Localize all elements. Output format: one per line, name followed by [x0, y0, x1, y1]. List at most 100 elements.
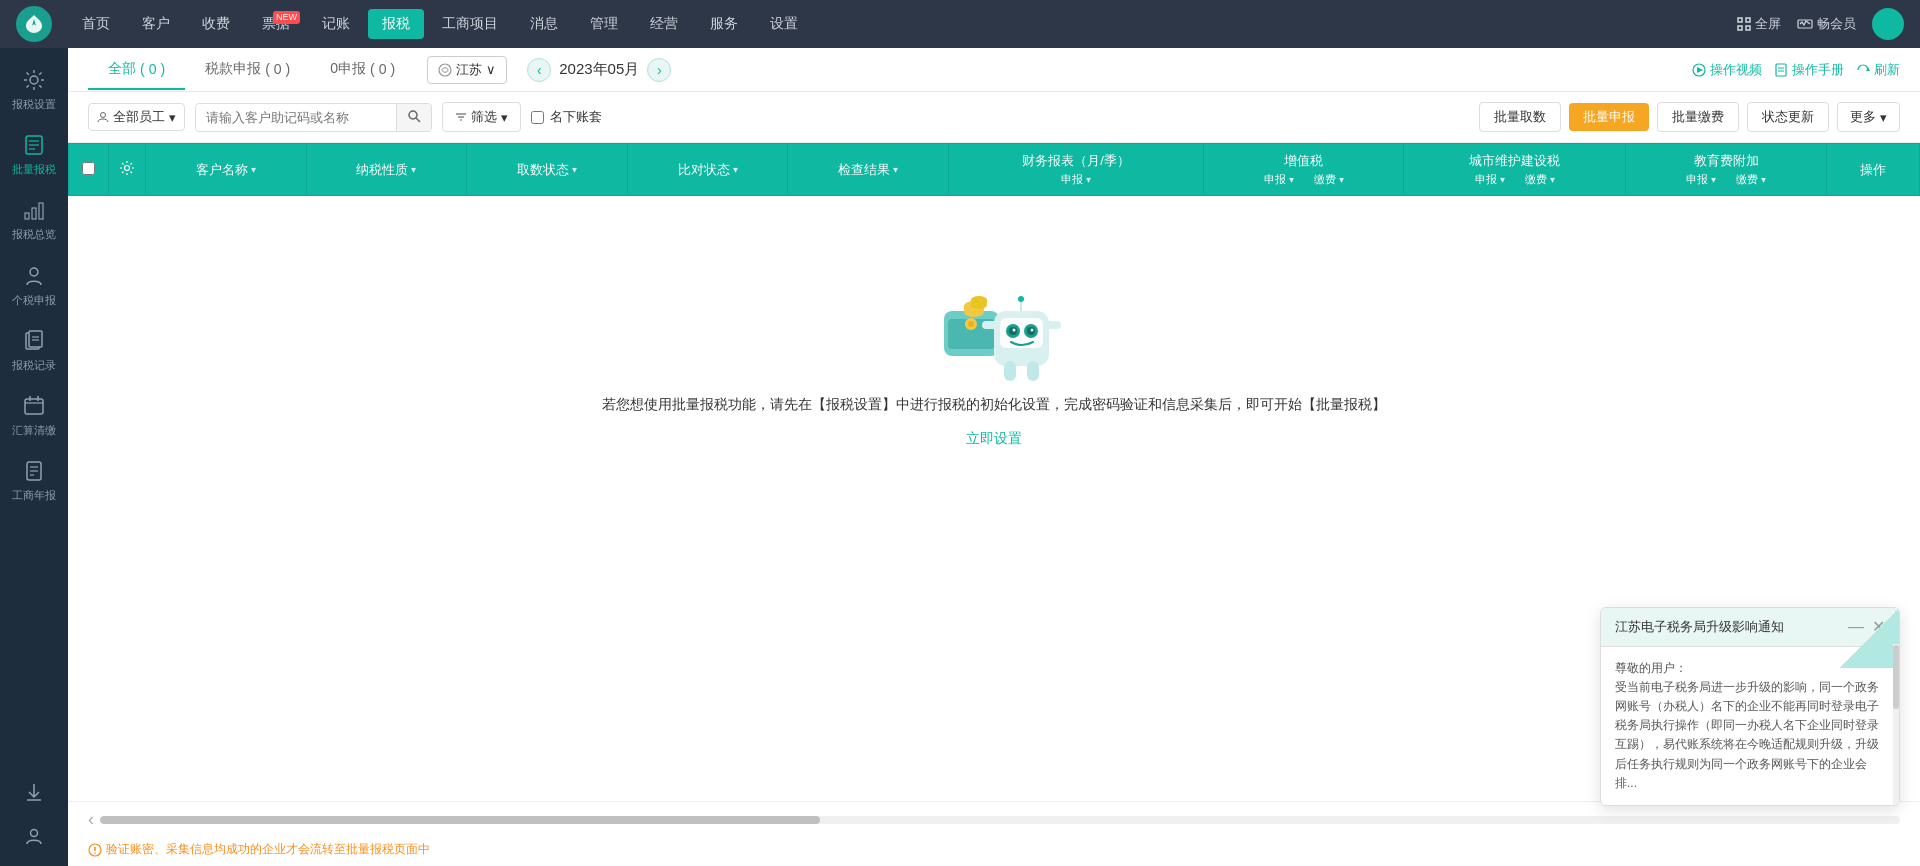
- horizontal-scrollbar[interactable]: [100, 816, 1900, 824]
- search-input[interactable]: [196, 105, 396, 130]
- notification-close-button[interactable]: ✕: [1872, 619, 1885, 635]
- fullscreen-button[interactable]: 全屏: [1737, 15, 1781, 33]
- nav-message[interactable]: 消息: [516, 9, 572, 39]
- th-fetch-status: 取数状态▾: [467, 144, 628, 196]
- vip-button[interactable]: 畅会员: [1797, 15, 1856, 33]
- next-month-button[interactable]: ›: [647, 58, 671, 82]
- sidebar-item-tax-settings[interactable]: 报税设置: [0, 56, 68, 121]
- svg-marker-34: [1866, 67, 1870, 71]
- sidebar-item-annual-report[interactable]: 工商年报: [0, 447, 68, 512]
- bottom-warning: 验证账密、采集信息均成功的企业才会流转至批量报税页面中: [68, 837, 1920, 866]
- tax-settings-icon: [20, 66, 48, 94]
- search-button[interactable]: [396, 104, 431, 131]
- nav-settings[interactable]: 设置: [756, 9, 812, 39]
- employee-filter-label: 全部员工: [113, 108, 165, 126]
- svg-point-58: [1013, 329, 1016, 332]
- month-display: 2023年05月: [559, 60, 639, 79]
- tab-zero-declare[interactable]: 0申报(0): [310, 50, 415, 90]
- svg-rect-31: [1776, 64, 1786, 76]
- nav-accounting[interactable]: 记账: [308, 9, 364, 39]
- month-selector: ‹ 2023年05月 ›: [527, 58, 671, 82]
- th-education-tax: 教育费附加 申报▾ 缴费▾: [1626, 144, 1826, 196]
- sidebar-item-tax-records[interactable]: 报税记录: [0, 317, 68, 382]
- nav-invoice[interactable]: 票据 NEW: [248, 9, 304, 39]
- nav-tax[interactable]: 报税: [368, 9, 424, 39]
- nav-home[interactable]: 首页: [68, 9, 124, 39]
- employee-filter[interactable]: 全部员工 ▾: [88, 103, 185, 131]
- svg-point-59: [1031, 329, 1034, 332]
- th-financial-report: 财务报表（月/季） 申报▾: [949, 144, 1204, 196]
- svg-rect-60: [982, 321, 998, 329]
- svg-rect-63: [1027, 361, 1039, 381]
- refresh-link[interactable]: 刷新: [1856, 61, 1900, 79]
- top-nav-right: 全屏 畅会员: [1737, 8, 1904, 40]
- svg-point-36: [409, 111, 417, 119]
- sidebar-item-batch-tax[interactable]: 批量报税: [0, 121, 68, 186]
- batch-pay-button[interactable]: 批量缴费: [1657, 102, 1739, 132]
- th-urban-tax: 城市维护建设税 申报▾ 缴费▾: [1404, 144, 1626, 196]
- user-avatar[interactable]: [1872, 8, 1904, 40]
- prev-month-button[interactable]: ‹: [527, 58, 551, 82]
- select-all-checkbox[interactable]: [82, 162, 95, 175]
- account-checkbox[interactable]: [531, 111, 544, 124]
- region-label: 江苏: [456, 61, 482, 79]
- batch-fetch-button[interactable]: 批量取数: [1479, 102, 1561, 132]
- top-navigation: 首页 客户 收费 票据 NEW 记账 报税 工商项目 消息 管理 经营 服务 设…: [0, 0, 1920, 48]
- svg-rect-18: [25, 399, 43, 414]
- tab-all[interactable]: 全部(0): [88, 50, 185, 90]
- nav-manage[interactable]: 管理: [576, 9, 632, 39]
- empty-main-text: 若您想使用批量报税功能，请先在【报税设置】中进行报税的初始化设置，完成密码验证和…: [602, 396, 1386, 414]
- svg-rect-11: [32, 208, 36, 219]
- notification-header: 江苏电子税务局升级影响通知 — ✕: [1601, 608, 1899, 647]
- svg-rect-2: [1738, 26, 1742, 30]
- th-compare-status: 比对状态▾: [627, 144, 788, 196]
- svg-point-13: [30, 268, 38, 276]
- search-box: [195, 103, 432, 132]
- filter-button[interactable]: 筛选 ▾: [442, 102, 521, 132]
- nav-billing[interactable]: 收费: [188, 9, 244, 39]
- sidebar-item-personal-tax[interactable]: 个税申报: [0, 252, 68, 317]
- notification-panel: 江苏电子税务局升级影响通知 — ✕ 尊敬的用户： 受当前电子税务局进一步升级的影…: [1600, 607, 1900, 806]
- setup-link[interactable]: 立即设置: [966, 430, 1022, 448]
- annual-settlement-icon: [20, 392, 48, 420]
- warning-text: 验证账密、采集信息均成功的企业才会流转至批量报税页面中: [106, 841, 430, 858]
- nav-business[interactable]: 工商项目: [428, 9, 512, 39]
- app-logo: [16, 6, 52, 42]
- tax-overview-icon: [20, 196, 48, 224]
- svg-point-45: [968, 321, 974, 327]
- bottom-scrollbar: ‹: [68, 801, 1920, 837]
- batch-declare-button[interactable]: 批量申报: [1569, 103, 1649, 131]
- nav-operation[interactable]: 经营: [636, 9, 692, 39]
- th-checkbox[interactable]: [69, 144, 109, 196]
- sidebar-label-tax-settings: 报税设置: [12, 98, 56, 111]
- sidebar-label-personal-tax: 个税申报: [12, 294, 56, 307]
- operation-manual-link[interactable]: 操作手册: [1774, 61, 1844, 79]
- empty-state: 若您想使用批量报税功能，请先在【报税设置】中进行报税的初始化设置，完成密码验证和…: [69, 196, 1920, 508]
- sidebar-label-annual-settlement: 汇算清缴: [12, 424, 56, 437]
- sidebar-item-tax-overview[interactable]: 报税总览: [0, 186, 68, 251]
- svg-point-65: [1018, 296, 1024, 302]
- nav-service[interactable]: 服务: [696, 9, 752, 39]
- scroll-left-icon[interactable]: ‹: [88, 809, 94, 830]
- sidebar-item-annual-settlement[interactable]: 汇算清缴: [0, 382, 68, 447]
- fullscreen-label: 全屏: [1755, 15, 1781, 33]
- th-gear[interactable]: [109, 144, 146, 196]
- status-update-button[interactable]: 状态更新: [1747, 102, 1829, 132]
- profile-icon[interactable]: [16, 818, 52, 854]
- toolbar-right: 批量取数 批量申报 批量缴费 状态更新 更多 ▾: [1479, 102, 1900, 132]
- tab-tax-declare[interactable]: 税款申报(0): [185, 50, 310, 90]
- notif-scroll-thumb: [1893, 645, 1899, 710]
- more-button[interactable]: 更多 ▾: [1837, 102, 1900, 132]
- svg-rect-61: [1045, 321, 1061, 329]
- sidebar-label-batch-tax: 批量报税: [12, 163, 56, 176]
- operation-video-link[interactable]: 操作视频: [1692, 61, 1762, 79]
- th-vat: 增值税 申报▾ 缴费▾: [1204, 144, 1404, 196]
- notif-scrollbar[interactable]: [1893, 644, 1899, 805]
- notification-collapse-button[interactable]: —: [1848, 619, 1864, 635]
- svg-marker-30: [1697, 67, 1703, 73]
- account-checkbox-label[interactable]: 名下账套: [531, 108, 602, 126]
- download-icon[interactable]: [16, 774, 52, 810]
- region-selector[interactable]: 江苏 ∨: [427, 56, 507, 84]
- nav-customer[interactable]: 客户: [128, 9, 184, 39]
- th-check-result: 检查结果▾: [788, 144, 949, 196]
